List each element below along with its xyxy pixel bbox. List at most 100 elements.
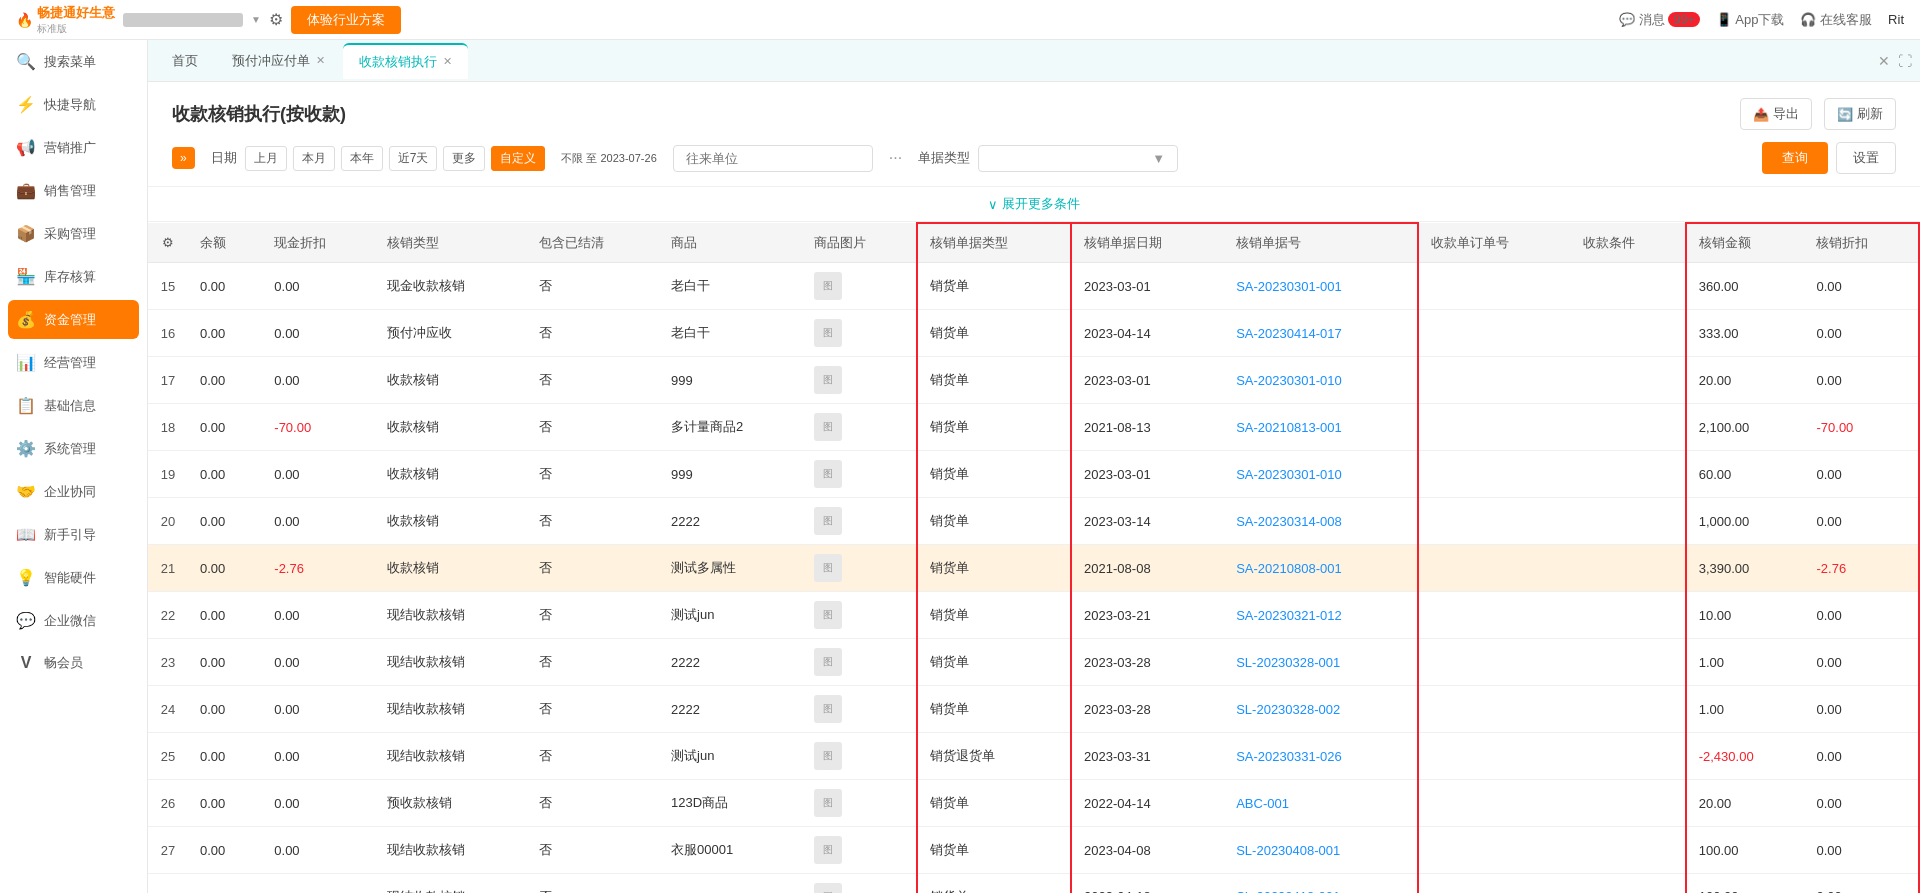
balance-cell: 0.00 — [188, 639, 262, 686]
date-btn-this-year[interactable]: 本年 — [341, 146, 383, 171]
cancel-no-cell[interactable]: SL-20230328-001 — [1224, 639, 1418, 686]
cancel-no-cell[interactable]: SA-20230314-008 — [1224, 498, 1418, 545]
sidebar-item-wechat[interactable]: 💬 企业微信 — [0, 599, 147, 642]
goods-cell: 多计量商品2 — [659, 404, 802, 451]
cancel-no-cell[interactable]: SL-20230408-001 — [1224, 827, 1418, 874]
cancel-no-cell[interactable]: SA-20210813-001 — [1224, 404, 1418, 451]
tab-prepay-close-icon[interactable]: ✕ — [316, 54, 325, 67]
expand-more-button[interactable]: ∨ 展开更多条件 — [988, 195, 1080, 213]
app-download-link[interactable]: 📱 App下载 — [1716, 11, 1784, 29]
table-row: 18 0.00 -70.00 收款核销 否 多计量商品2 图 销货单 2021-… — [148, 404, 1919, 451]
row-num: 24 — [148, 686, 188, 733]
sidebar-item-member[interactable]: V 畅会员 — [0, 642, 147, 684]
cancel-no-cell[interactable]: SA-20230321-012 — [1224, 592, 1418, 639]
maximize-icon[interactable]: ⛶ — [1898, 53, 1912, 69]
sidebar-item-hardware[interactable]: 💡 智能硬件 — [0, 556, 147, 599]
cancel-no-link[interactable]: SA-20230321-012 — [1236, 608, 1342, 623]
sidebar-item-finance[interactable]: 💰 资金管理 — [8, 300, 139, 339]
date-btn-custom[interactable]: 自定义 — [491, 146, 545, 171]
sidebar-item-operations[interactable]: 📊 经营管理 — [0, 341, 147, 384]
sidebar-item-inventory[interactable]: 🏪 库存核算 — [0, 255, 147, 298]
table-row: 23 0.00 0.00 现结收款核销 否 2222 图 销货单 2023-03… — [148, 639, 1919, 686]
date-btn-last-month[interactable]: 上月 — [245, 146, 287, 171]
cancel-discount-cell: 0.00 — [1804, 874, 1919, 894]
cancel-no-link[interactable]: SA-20230301-010 — [1236, 467, 1342, 482]
sidebar-item-basic[interactable]: 📋 基础信息 — [0, 384, 147, 427]
cancel-no-link[interactable]: SA-20210808-001 — [1236, 561, 1342, 576]
goods-img-cell: 图 — [802, 451, 916, 498]
tab-home[interactable]: 首页 — [156, 44, 214, 78]
cancel-no-link[interactable]: SA-20230414-017 — [1236, 326, 1342, 341]
dropdown-arrow-icon[interactable]: ▼ — [251, 14, 261, 25]
cash-discount-cell: 0.00 — [262, 592, 375, 639]
cancel-no-cell[interactable]: SA-20230331-026 — [1224, 733, 1418, 780]
cancel-no-cell[interactable]: ABC-001 — [1224, 780, 1418, 827]
cancel-no-link[interactable]: SL-20230408-001 — [1236, 843, 1340, 858]
sidebar-item-enterprise[interactable]: 🤝 企业协同 — [0, 470, 147, 513]
partner-input[interactable] — [673, 145, 873, 172]
message-link[interactable]: 💬 消息 99+ — [1619, 11, 1700, 29]
sidebar-item-system[interactable]: ⚙️ 系统管理 — [0, 427, 147, 470]
cancel-no-link[interactable]: SL-20230418-001 — [1236, 889, 1340, 893]
cancel-date-cell: 2023-03-01 — [1071, 357, 1224, 404]
query-button[interactable]: 查询 — [1762, 142, 1828, 174]
date-btn-this-month[interactable]: 本月 — [293, 146, 335, 171]
sidebar-item-purchase[interactable]: 📦 采购管理 — [0, 212, 147, 255]
cancel-no-link[interactable]: SA-20230314-008 — [1236, 514, 1342, 529]
cancel-no-cell[interactable]: SA-20230301-010 — [1224, 451, 1418, 498]
sidebar-item-guide[interactable]: 📖 新手引导 — [0, 513, 147, 556]
refresh-button[interactable]: 🔄 刷新 — [1824, 98, 1896, 130]
cancel-type-cell: 销货单 — [917, 592, 1072, 639]
tab-prepay[interactable]: 预付冲应付单 ✕ — [216, 44, 341, 78]
sidebar-item-shortcut[interactable]: ⚡ 快捷导航 — [0, 83, 147, 126]
sidebar-item-marketing[interactable]: 📢 营销推广 — [0, 126, 147, 169]
cancel-no-link[interactable]: SA-20230301-010 — [1236, 373, 1342, 388]
wechat-icon: 💬 — [16, 611, 36, 630]
settings-button[interactable]: 设置 — [1836, 142, 1896, 174]
receipt-order-no-cell — [1418, 404, 1571, 451]
goods-img-cell: 图 — [802, 874, 916, 894]
cancel-no-cell[interactable]: SA-20210808-001 — [1224, 545, 1418, 592]
export-button[interactable]: 📤 导出 — [1740, 98, 1812, 130]
cancel-no-cell[interactable]: SL-20230418-001 — [1224, 874, 1418, 894]
goods-img-cell: 图 — [802, 498, 916, 545]
cancel-no-link[interactable]: SL-20230328-002 — [1236, 702, 1340, 717]
cancel-date-cell: 2023-03-28 — [1071, 639, 1224, 686]
expand-button[interactable]: » — [172, 147, 195, 169]
cancel-no-link[interactable]: SA-20230331-026 — [1236, 749, 1342, 764]
cancel-no-link[interactable]: SA-20230301-001 — [1236, 279, 1342, 294]
tab-receipt[interactable]: 收款核销执行 ✕ — [343, 43, 468, 79]
close-all-icon[interactable]: ✕ — [1878, 53, 1890, 69]
date-btn-7days[interactable]: 近7天 — [389, 146, 438, 171]
trial-button[interactable]: 体验行业方案 — [291, 6, 401, 34]
cancel-date-cell: 2023-04-14 — [1071, 310, 1224, 357]
sidebar-item-search[interactable]: 🔍 搜索菜单 — [0, 40, 147, 83]
logo-text-area: 畅捷通好生意 标准版 — [37, 4, 115, 36]
receipt-order-no-cell — [1418, 639, 1571, 686]
date-btn-more[interactable]: 更多 — [443, 146, 485, 171]
cancel-no-cell[interactable]: SA-20230301-001 — [1224, 263, 1418, 310]
goods-cell: 2222 — [659, 686, 802, 733]
single-type-select[interactable]: ▼ — [978, 145, 1178, 172]
online-service-link[interactable]: 🎧 在线客服 — [1800, 11, 1872, 29]
goods-cell: 测试jun — [659, 733, 802, 780]
receipt-cond-cell — [1571, 780, 1685, 827]
tab-receipt-close-icon[interactable]: ✕ — [443, 55, 452, 68]
table-row: 27 0.00 0.00 现结收款核销 否 衣服00001 图 销货单 2023… — [148, 827, 1919, 874]
gear-icon[interactable]: ⚙ — [269, 10, 283, 29]
th-cancel-type: 核销单据类型 — [917, 223, 1072, 263]
cancel-no-link[interactable]: SA-20210813-001 — [1236, 420, 1342, 435]
cancel-discount-cell: 0.00 — [1804, 686, 1919, 733]
cancel-no-cell[interactable]: SA-20230414-017 — [1224, 310, 1418, 357]
table-row: 17 0.00 0.00 收款核销 否 999 图 销货单 2023-03-01… — [148, 357, 1919, 404]
cancel-amount-cell: 100.00 — [1686, 827, 1805, 874]
sidebar-item-sales[interactable]: 💼 销售管理 — [0, 169, 147, 212]
cancel-date-cell: 2023-03-31 — [1071, 733, 1224, 780]
cancel-no-cell[interactable]: SL-20230328-002 — [1224, 686, 1418, 733]
cancel-no-link[interactable]: ABC-001 — [1236, 796, 1289, 811]
cancel-amount-cell: 100.00 — [1686, 874, 1805, 894]
goods-cell: 老白干 — [659, 263, 802, 310]
cancel-no-cell[interactable]: SA-20230301-010 — [1224, 357, 1418, 404]
cancel-no-link[interactable]: SL-20230328-001 — [1236, 655, 1340, 670]
receipt-cond-cell — [1571, 686, 1685, 733]
